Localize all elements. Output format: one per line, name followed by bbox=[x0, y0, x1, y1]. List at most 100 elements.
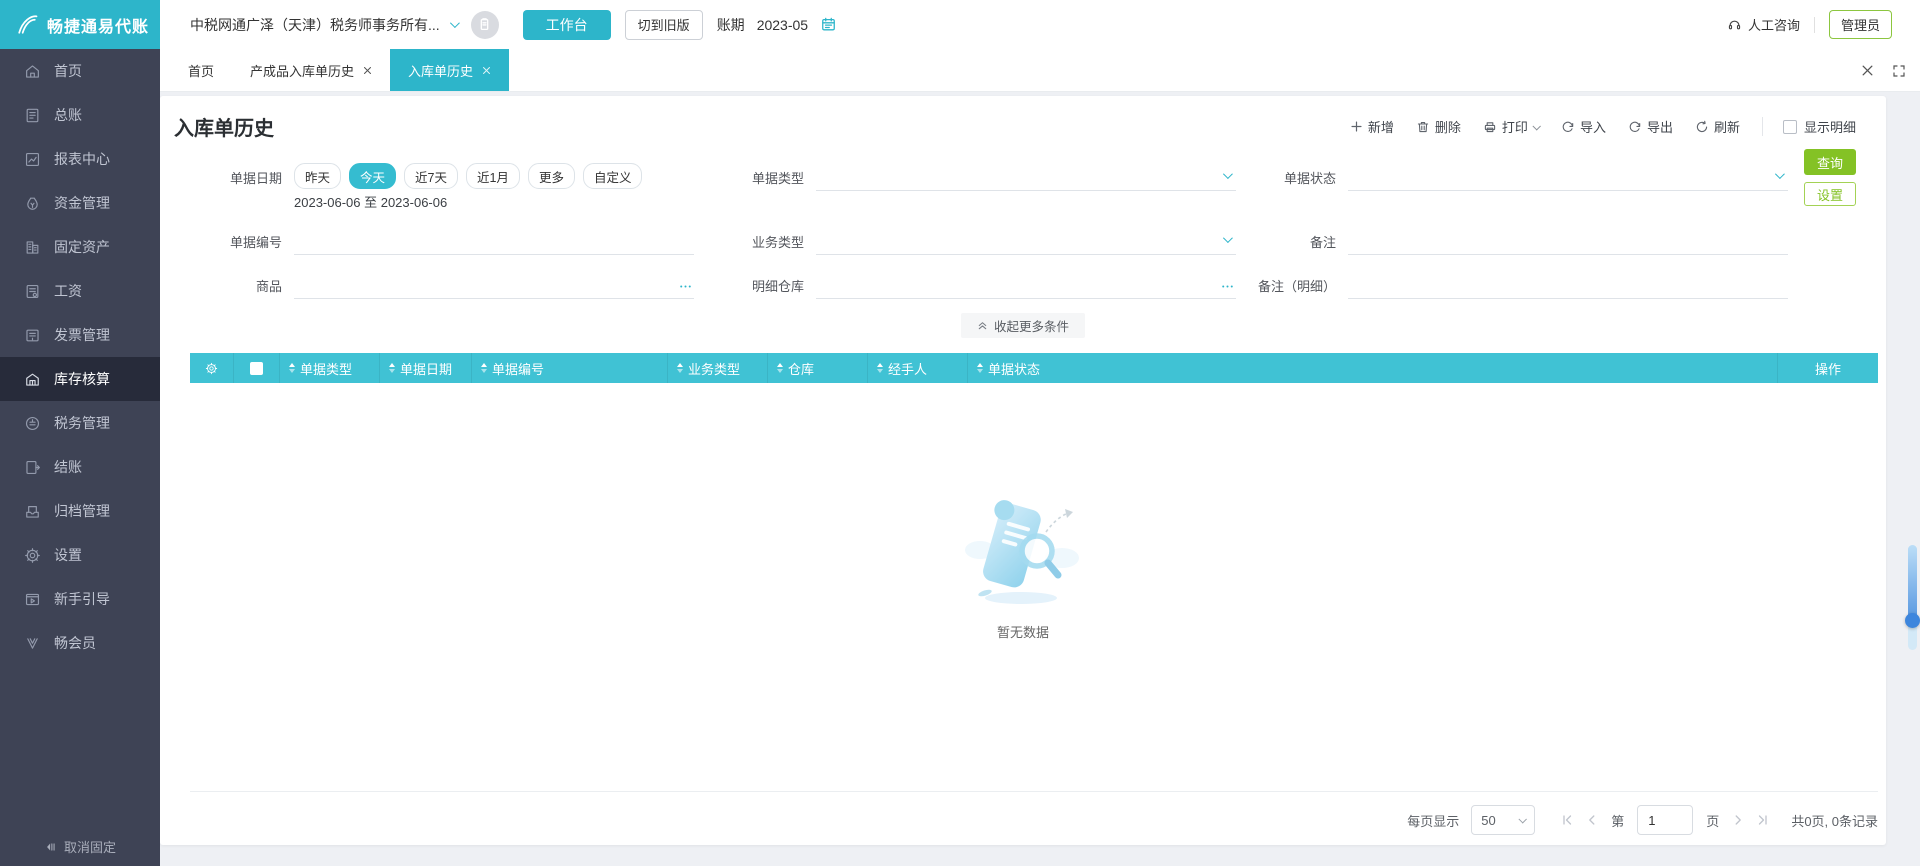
pill-last1month[interactable]: 近1月 bbox=[465, 163, 520, 189]
col-doc-no[interactable]: 单据编号 bbox=[472, 353, 668, 383]
sidebar-item-home[interactable]: 首页 bbox=[0, 49, 160, 93]
tab-home[interactable]: 首页 bbox=[170, 49, 232, 91]
page-number-input[interactable] bbox=[1637, 805, 1694, 835]
more-icon[interactable] bbox=[1221, 280, 1234, 293]
sidebar-item-ledger[interactable]: 总账 bbox=[0, 93, 160, 137]
unpin-sidebar-button[interactable]: 取消固定 bbox=[0, 837, 160, 856]
sidebar-item-closing[interactable]: 结账 bbox=[0, 445, 160, 489]
sidebar-item-inventory[interactable]: 库存核算 bbox=[0, 357, 160, 401]
remark-detail-input[interactable] bbox=[1348, 271, 1788, 297]
import-icon bbox=[1561, 120, 1575, 134]
col-warehouse[interactable]: 仓库 bbox=[768, 353, 868, 383]
sort-caret-icon[interactable] bbox=[777, 363, 783, 373]
next-page-button[interactable] bbox=[1732, 814, 1744, 826]
detail-warehouse-field[interactable] bbox=[816, 271, 1236, 299]
clipboard-icon[interactable] bbox=[470, 10, 499, 39]
select-all-checkbox[interactable] bbox=[234, 353, 280, 383]
more-icon[interactable] bbox=[679, 280, 692, 293]
sidebar-item-label: 工资 bbox=[54, 283, 82, 299]
doc-status-input[interactable] bbox=[1348, 163, 1788, 189]
column-settings-button[interactable] bbox=[190, 353, 234, 383]
tab-inbound-history[interactable]: 入库单历史 bbox=[390, 49, 510, 91]
checkbox[interactable] bbox=[1782, 119, 1797, 134]
printer-icon bbox=[1483, 120, 1497, 134]
close-icon[interactable] bbox=[363, 66, 372, 75]
show-detail-checkbox[interactable]: 显示明细 bbox=[1761, 117, 1856, 136]
scrollbar-handle[interactable] bbox=[1908, 545, 1917, 621]
add-button[interactable]: 新增 bbox=[1350, 117, 1394, 136]
workbench-button[interactable]: 工作台 bbox=[522, 9, 611, 40]
first-page-button[interactable] bbox=[1561, 814, 1573, 826]
sidebar-item-member[interactable]: 畅会员 bbox=[0, 621, 160, 665]
pill-last7days[interactable]: 近7天 bbox=[404, 163, 458, 189]
goods-field[interactable] bbox=[294, 271, 694, 299]
print-button[interactable]: 打印 bbox=[1483, 117, 1541, 136]
calendar-icon[interactable] bbox=[820, 16, 837, 33]
goods-input[interactable] bbox=[294, 271, 694, 297]
col-biz-type[interactable]: 业务类型 bbox=[668, 353, 768, 383]
delete-button[interactable]: 删除 bbox=[1416, 117, 1461, 136]
doc-status-select[interactable] bbox=[1348, 163, 1788, 191]
sidebar-item-invoices[interactable]: 发票管理 bbox=[0, 313, 160, 357]
prev-page-button[interactable] bbox=[1586, 814, 1598, 826]
show-detail-label: 显示明细 bbox=[1803, 120, 1856, 135]
query-button[interactable]: 查询 bbox=[1804, 149, 1856, 175]
doc-type-select[interactable] bbox=[816, 163, 1236, 191]
sidebar-item-guide[interactable]: 新手引导 bbox=[0, 577, 160, 621]
sidebar-item-label: 资金管理 bbox=[54, 195, 110, 211]
export-button[interactable]: 导出 bbox=[1628, 117, 1673, 136]
sidebar-item-reports[interactable]: 报表中心 bbox=[0, 137, 160, 181]
col-doc-date[interactable]: 单据日期 bbox=[380, 353, 472, 383]
col-handler[interactable]: 经手人 bbox=[868, 353, 968, 383]
detail-warehouse-input[interactable] bbox=[816, 271, 1236, 297]
sidebar-item-funds[interactable]: 资金管理 bbox=[0, 181, 160, 225]
col-doc-status[interactable]: 单据状态 bbox=[968, 353, 1778, 383]
sort-caret-icon[interactable] bbox=[977, 363, 983, 373]
tab-product-inbound-history[interactable]: 产成品入库单历史 bbox=[232, 49, 390, 91]
sort-caret-icon[interactable] bbox=[677, 363, 683, 373]
remark-detail-field[interactable] bbox=[1348, 271, 1788, 299]
user-badge[interactable]: 管理员 bbox=[1828, 10, 1892, 39]
sidebar-item-tax[interactable]: 税务管理 bbox=[0, 401, 160, 445]
pill-more[interactable]: 更多 bbox=[527, 163, 575, 189]
sort-caret-icon[interactable] bbox=[389, 363, 395, 373]
last-page-button[interactable] bbox=[1757, 814, 1769, 826]
fullscreen-icon[interactable] bbox=[1892, 64, 1906, 78]
pill-custom[interactable]: 自定义 bbox=[582, 163, 643, 189]
import-button[interactable]: 导入 bbox=[1561, 117, 1606, 136]
switch-old-version-button[interactable]: 切到旧版 bbox=[624, 9, 703, 40]
sidebar-item-archive[interactable]: 归档管理 bbox=[0, 489, 160, 533]
invoice-icon bbox=[24, 327, 41, 344]
filter-settings-button[interactable]: 设置 bbox=[1804, 182, 1856, 206]
per-page-select[interactable]: 50 bbox=[1471, 805, 1536, 835]
checkbox[interactable] bbox=[250, 361, 263, 375]
col-label: 单据编号 bbox=[492, 361, 545, 377]
sort-caret-icon[interactable] bbox=[481, 363, 487, 373]
scrollbar-track[interactable] bbox=[1905, 545, 1920, 650]
sort-caret-icon[interactable] bbox=[877, 363, 883, 373]
goods-label: 商品 bbox=[255, 279, 282, 294]
remark-input[interactable] bbox=[1348, 227, 1788, 253]
refresh-button[interactable]: 刷新 bbox=[1695, 117, 1740, 136]
close-all-tabs-icon[interactable] bbox=[1861, 64, 1874, 77]
doc-no-input[interactable] bbox=[294, 227, 694, 253]
sort-caret-icon[interactable] bbox=[289, 363, 295, 373]
sidebar-item-fixed-assets[interactable]: 固定资产 bbox=[0, 225, 160, 269]
biz-type-input[interactable] bbox=[816, 227, 1236, 253]
sidebar-item-settings[interactable]: 设置 bbox=[0, 533, 160, 577]
collapse-filters-button[interactable]: 收起更多条件 bbox=[960, 313, 1085, 338]
remark-field[interactable] bbox=[1348, 227, 1788, 255]
pill-yesterday[interactable]: 昨天 bbox=[294, 163, 342, 189]
close-icon[interactable] bbox=[482, 66, 491, 75]
sidebar-item-salary[interactable]: 工资 bbox=[0, 269, 160, 313]
pill-today[interactable]: 今天 bbox=[349, 163, 397, 189]
doc-type-input[interactable] bbox=[816, 163, 1236, 189]
biz-type-select[interactable] bbox=[816, 227, 1236, 255]
scrollbar-knob[interactable] bbox=[1905, 613, 1920, 628]
date-range-value[interactable]: 2023-06-06 至 2023-06-06 bbox=[294, 192, 694, 211]
company-selector[interactable]: 中税网通广泽（天津）税务师事务所有... bbox=[190, 15, 460, 35]
doc-no-field[interactable] bbox=[294, 227, 694, 255]
salary-icon bbox=[24, 283, 41, 300]
support-link[interactable]: 人工咨询 bbox=[1727, 15, 1800, 34]
col-doc-type[interactable]: 单据类型 bbox=[280, 353, 380, 383]
